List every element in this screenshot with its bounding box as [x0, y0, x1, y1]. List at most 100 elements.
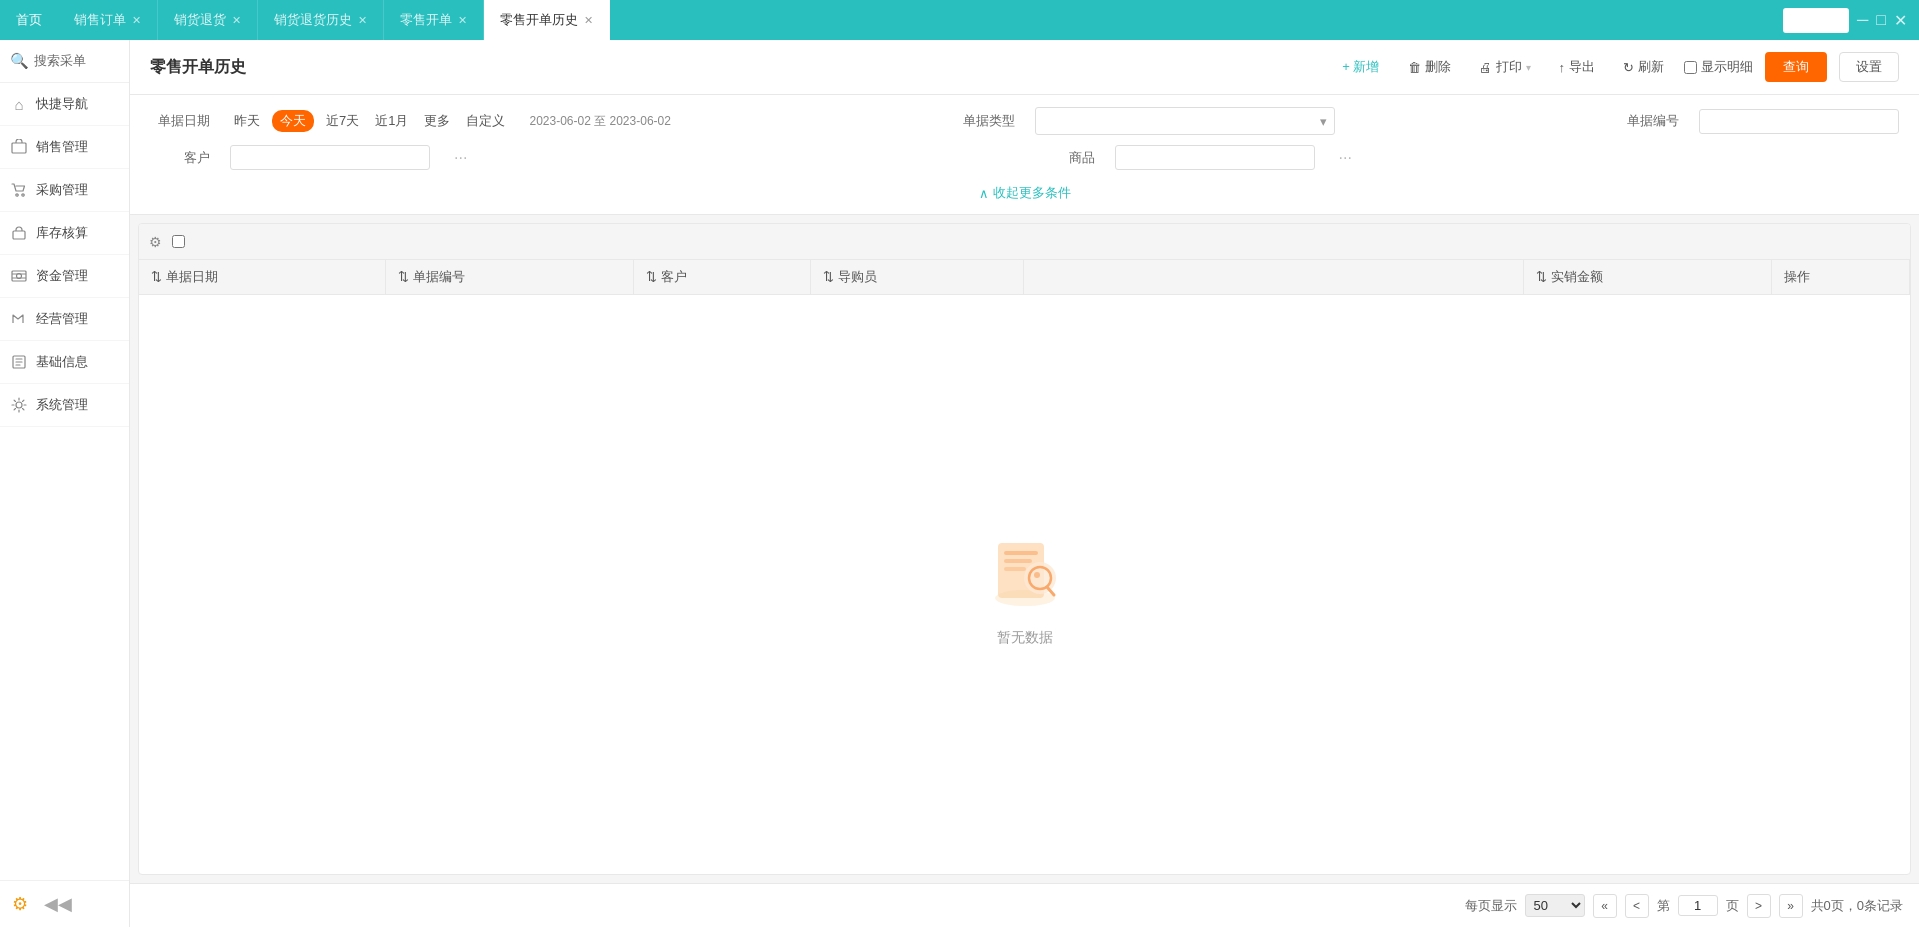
export-label: 导出: [1569, 58, 1595, 76]
add-label: + 新增: [1342, 58, 1379, 76]
sidebar-item-inventory[interactable]: 库存核算: [0, 212, 129, 255]
svg-rect-3: [13, 231, 25, 239]
sidebar-item-label: 采购管理: [36, 181, 88, 199]
svg-point-7: [16, 402, 22, 408]
refresh-button[interactable]: ↻ 刷新: [1615, 54, 1672, 80]
setting-button[interactable]: 设置: [1839, 52, 1899, 82]
svg-rect-0: [12, 143, 26, 153]
sidebar-item-purchase[interactable]: 采购管理: [0, 169, 129, 212]
page-title: 零售开单历史: [150, 57, 246, 78]
filter-bar: 单据日期 昨天 今天 近7天 近1月 更多 自定义 2023-06-02 至 2…: [130, 95, 1919, 215]
window-max-btn[interactable]: □: [1876, 11, 1886, 29]
date-shortcut-custom[interactable]: 自定义: [462, 110, 509, 132]
content-area: 零售开单历史 + 新增 🗑 删除 🖨 打印 ▾ ↑ 导出: [130, 40, 1919, 927]
sidebar-item-label: 基础信息: [36, 353, 88, 371]
col-action: 操作: [1772, 260, 1910, 295]
window-min-btn[interactable]: ─: [1857, 11, 1868, 29]
sidebar-setting-icon[interactable]: ⚙: [12, 893, 28, 915]
goods-dots[interactable]: ···: [1335, 149, 1356, 167]
often-badge[interactable]: OfTEn: [1783, 8, 1849, 33]
sidebar-search[interactable]: 🔍 搜索采单: [0, 40, 129, 83]
query-button[interactable]: 查询: [1765, 52, 1827, 82]
delete-button[interactable]: 🗑 删除: [1400, 54, 1459, 80]
date-filter-label: 单据日期: [150, 112, 210, 130]
sidebar-item-label: 经营管理: [36, 310, 88, 328]
tab-close-icon[interactable]: ✕: [458, 15, 467, 26]
window-close-btn[interactable]: ✕: [1894, 11, 1907, 30]
next-page-btn[interactable]: >: [1747, 894, 1771, 918]
no-filter-input[interactable]: [1699, 109, 1899, 134]
tab-close-icon[interactable]: ✕: [358, 15, 367, 26]
tab-sales-order[interactable]: 销售订单 ✕: [58, 0, 158, 40]
col-action-label: 操作: [1784, 269, 1810, 284]
operation-icon: [10, 310, 28, 328]
table-settings-icon[interactable]: ⚙: [149, 234, 162, 250]
tab-close-icon[interactable]: ✕: [232, 15, 241, 26]
per-page-label: 每页显示: [1465, 897, 1517, 915]
tab-return[interactable]: 销货退货 ✕: [158, 0, 258, 40]
svg-point-1: [16, 194, 18, 196]
col-guide[interactable]: ⇅ 导购员: [811, 260, 1024, 295]
first-page-btn[interactable]: «: [1593, 894, 1617, 918]
goods-filter-input[interactable]: [1115, 145, 1315, 170]
search-icon: 🔍: [10, 52, 28, 70]
page-label: 第: [1657, 897, 1670, 915]
type-select[interactable]: [1035, 107, 1335, 135]
show-detail-input[interactable]: [1684, 61, 1697, 74]
tab-close-icon[interactable]: ✕: [132, 15, 141, 26]
sidebar-item-label: 销售管理: [36, 138, 88, 156]
col-customer[interactable]: ⇅ 客户: [633, 260, 811, 295]
tab-close-icon[interactable]: ✕: [584, 15, 593, 26]
collapse-btn[interactable]: ∧ 收起更多条件: [971, 180, 1079, 206]
top-tabbar: 首页 销售订单 ✕ 销货退货 ✕ 销货退货历史 ✕ 零售开单 ✕ 零售开单历史 …: [0, 0, 1919, 40]
sidebar-item-sales[interactable]: 销售管理: [0, 126, 129, 169]
print-button[interactable]: 🖨 打印 ▾: [1471, 54, 1539, 80]
data-table: ⇅ 单据日期 ⇅ 单据编号 ⇅ 客户 ⇅ 导购员 ⇅: [139, 260, 1910, 295]
basic-icon: [10, 353, 28, 371]
refresh-icon: ↻: [1623, 60, 1634, 75]
sidebar-item-finance[interactable]: 资金管理: [0, 255, 129, 298]
tab-return-history[interactable]: 销货退货历史 ✕: [258, 0, 384, 40]
page-input[interactable]: [1678, 895, 1718, 916]
tab-label: 销货退货历史: [274, 11, 352, 29]
tab-home[interactable]: 首页: [0, 0, 58, 40]
topbar-right: OfTEn ─ □ ✕: [1783, 0, 1919, 40]
col-no[interactable]: ⇅ 单据编号: [386, 260, 634, 295]
tab-retail-history[interactable]: 零售开单历史 ✕: [484, 0, 610, 40]
prev-page-btn[interactable]: <: [1625, 894, 1649, 918]
export-button[interactable]: ↑ 导出: [1551, 54, 1604, 80]
main-layout: 🔍 搜索采单 ⌂ 快捷导航 销售管理 采购管理 库存核算: [0, 40, 1919, 927]
customer-dots[interactable]: ···: [450, 149, 471, 167]
show-detail-checkbox[interactable]: 显示明细: [1684, 58, 1753, 76]
col-amount[interactable]: ⇅ 实销金额: [1524, 260, 1772, 295]
sidebar-item-basic[interactable]: 基础信息: [0, 341, 129, 384]
tab-retail-order[interactable]: 零售开单 ✕: [384, 0, 484, 40]
export-icon: ↑: [1559, 60, 1566, 75]
sidebar-item-operation[interactable]: 经营管理: [0, 298, 129, 341]
date-shortcuts: 昨天 今天 近7天 近1月 更多 自定义: [230, 110, 509, 132]
customer-filter-input[interactable]: [230, 145, 430, 170]
page-info: 共0页，0条记录: [1811, 897, 1903, 915]
print-label: 打印: [1496, 58, 1522, 76]
col-date[interactable]: ⇅ 单据日期: [139, 260, 386, 295]
type-filter-label: 单据类型: [955, 112, 1015, 130]
sidebar-item-quicknav[interactable]: ⌂ 快捷导航: [0, 83, 129, 126]
date-shortcut-1month[interactable]: 近1月: [371, 110, 412, 132]
table-container: ⚙ ⇅ 单据日期 ⇅ 单据编号 ⇅ 客户: [138, 223, 1911, 875]
tab-label: 销售订单: [74, 11, 126, 29]
customer-filter-label: 客户: [150, 149, 210, 167]
quicknav-icon: ⌂: [10, 95, 28, 113]
date-shortcut-7days[interactable]: 近7天: [322, 110, 363, 132]
page-size-select[interactable]: 50 100 200: [1525, 894, 1585, 917]
date-shortcut-today[interactable]: 今天: [272, 110, 314, 132]
sidebar-item-system[interactable]: 系统管理: [0, 384, 129, 427]
type-select-wrapper: [1035, 107, 1335, 135]
date-shortcut-more[interactable]: 更多: [420, 110, 454, 132]
date-shortcut-yesterday[interactable]: 昨天: [230, 110, 264, 132]
last-page-btn[interactable]: »: [1779, 894, 1803, 918]
add-button[interactable]: + 新增: [1334, 54, 1387, 80]
col-customer-label: ⇅ 客户: [646, 269, 687, 284]
table-select-all[interactable]: [172, 235, 185, 248]
sidebar-collapse-icon[interactable]: ◀◀: [44, 893, 72, 915]
table-header-row: ⇅ 单据日期 ⇅ 单据编号 ⇅ 客户 ⇅ 导购员 ⇅: [139, 260, 1910, 295]
